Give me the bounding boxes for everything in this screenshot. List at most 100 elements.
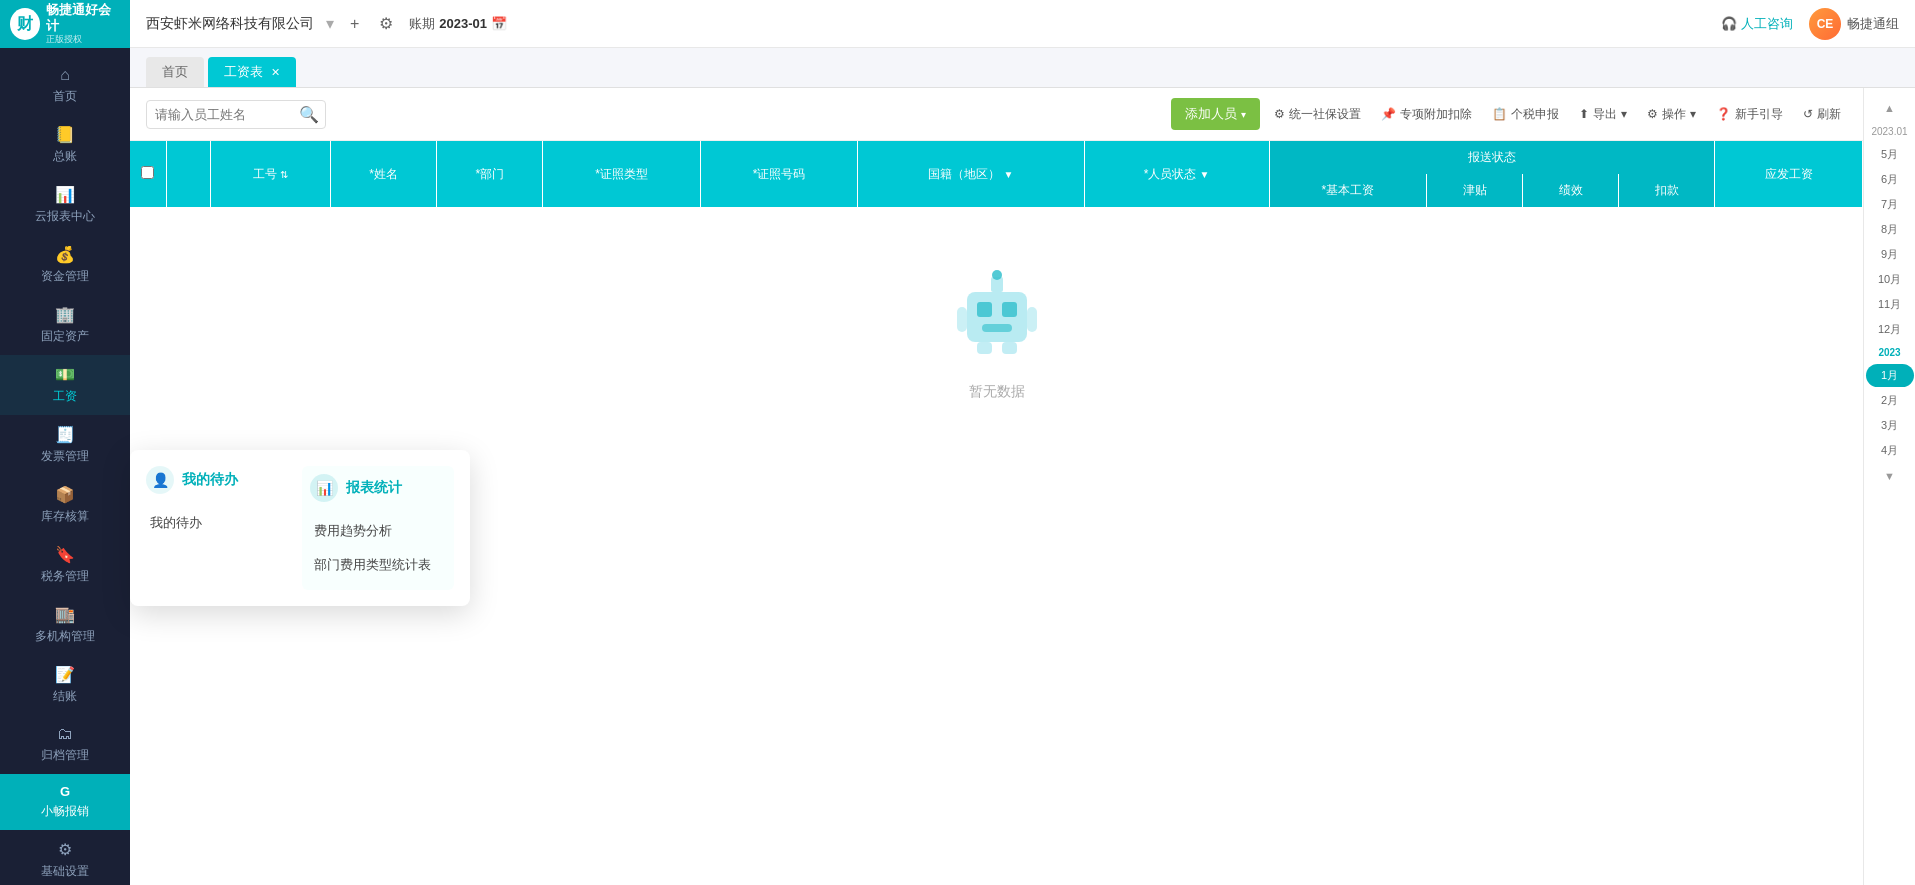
popup-item-dept-stats[interactable]: 部门费用类型统计表 — [310, 548, 446, 582]
guide-action-label: 新手引导 — [1735, 106, 1783, 123]
tax-icon: 📋 — [1492, 107, 1507, 121]
main-content: 西安虾米网络科技有限公司 ▾ + ⚙ 账期 2023-01 📅 🎧 人工咨询 C… — [130, 0, 1915, 885]
sidebar-item-basic[interactable]: ⚙ 基础设置 — [0, 830, 130, 885]
basic-icon: ⚙ — [58, 840, 72, 859]
popup-col-todo-header: 👤 我的待办 — [146, 466, 282, 494]
add-person-btn[interactable]: 添加人员 ▾ — [1171, 98, 1260, 130]
tabbar: 首页 工资表 ✕ — [130, 48, 1915, 88]
month-10[interactable]: 10月 — [1866, 268, 1914, 291]
multi-icon: 🏬 — [55, 605, 75, 624]
xiaochang-icon: G — [60, 784, 70, 799]
svg-rect-9 — [1002, 342, 1017, 354]
popup-item-trend[interactable]: 费用趋势分析 — [310, 514, 446, 548]
sidebar-item-inventory[interactable]: 📦 库存核算 — [0, 475, 130, 535]
tab-close-btn[interactable]: ✕ — [271, 66, 280, 79]
sidebar-item-tax[interactable]: 🔖 税务管理 — [0, 535, 130, 595]
nav-label-ledger: 总账 — [53, 148, 77, 165]
month-8[interactable]: 8月 — [1866, 218, 1914, 241]
month-11[interactable]: 11月 — [1866, 293, 1914, 316]
th-dept-label: *姓名 — [369, 167, 398, 181]
panel-down-btn[interactable]: ▼ — [1880, 466, 1900, 486]
nav-label-reports: 云报表中心 — [35, 208, 95, 225]
month-3[interactable]: 3月 — [1866, 414, 1914, 437]
export-btn[interactable]: ⬆ 导出 ▾ — [1573, 102, 1633, 127]
sidebar-item-invoice[interactable]: 🧾 发票管理 — [0, 415, 130, 475]
social-security-btn[interactable]: ⚙ 统一社保设置 — [1268, 102, 1367, 127]
sidebar-item-funds[interactable]: 💰 资金管理 — [0, 235, 130, 295]
th-bonus-label: 绩效 — [1559, 183, 1583, 197]
settings-btn[interactable]: ⚙ — [375, 10, 397, 37]
user-name: 畅捷通组 — [1847, 15, 1899, 33]
th-status-label: 国籍（地区） — [928, 166, 1000, 183]
tab-salary[interactable]: 工资表 ✕ — [208, 57, 296, 87]
operate-label: 操作 — [1662, 106, 1686, 123]
special-icon: 📌 — [1381, 107, 1396, 121]
user-info: CE 畅捷通组 — [1809, 8, 1899, 40]
sort-icon[interactable]: ⇅ — [280, 169, 288, 180]
sidebar-item-settle[interactable]: 📝 结账 — [0, 655, 130, 715]
sidebar: 财 畅捷通好会计 正版授权 ⌂ 首页 📒 总账 📊 云报表中心 💰 资金管理 🏢… — [0, 0, 130, 885]
month-4[interactable]: 4月 — [1866, 439, 1914, 462]
export-dropdown-icon: ▾ — [1621, 107, 1627, 121]
popup-menu: 👤 我的待办 我的待办 📊 报表统计 费用趋势分析 部门费用类型统计表 — [130, 450, 470, 606]
consult-link[interactable]: 🎧 人工咨询 — [1721, 15, 1793, 33]
sidebar-item-assets[interactable]: 🏢 固定资产 — [0, 295, 130, 355]
my-todo-label: 我的待办 — [150, 515, 202, 530]
search-box: 🔍 — [146, 100, 326, 129]
select-all-checkbox[interactable] — [141, 166, 154, 179]
search-icon[interactable]: 🔍 — [299, 105, 319, 124]
sidebar-item-xiaochang[interactable]: G 小畅报销 — [0, 774, 130, 830]
operate-btn[interactable]: ⚙ 操作 ▾ — [1641, 102, 1702, 127]
th-name: 工号 ⇅ — [211, 141, 331, 207]
guide-btn[interactable]: ❓ 新手引导 — [1710, 102, 1789, 127]
month-9[interactable]: 9月 — [1866, 243, 1914, 266]
popup-col-reports-header: 📊 报表统计 — [310, 474, 446, 502]
th-checkbox[interactable] — [130, 141, 166, 207]
th-operate: 应发工资 — [1715, 141, 1863, 207]
sidebar-item-multi[interactable]: 🏬 多机构管理 — [0, 595, 130, 655]
month-2[interactable]: 2月 — [1866, 389, 1914, 412]
nav-label-inventory: 库存核算 — [41, 508, 89, 525]
social-label: 统一社保设置 — [1289, 106, 1361, 123]
panel-year-label: 2023.01 — [1869, 122, 1909, 141]
nav-label-invoice: 发票管理 — [41, 448, 89, 465]
sidebar-item-ledger[interactable]: 📒 总账 — [0, 115, 130, 175]
company-dropdown-icon[interactable]: ▾ — [326, 14, 334, 33]
operate-dropdown-icon: ▾ — [1690, 107, 1696, 121]
headset-icon: 🎧 — [1721, 16, 1737, 31]
th-subsidy: 津贴 — [1426, 174, 1522, 207]
report-filter-icon[interactable]: ▼ — [1199, 169, 1209, 180]
th-bonus: 绩效 — [1523, 174, 1619, 207]
refresh-btn[interactable]: ↺ 刷新 — [1797, 102, 1847, 127]
sidebar-item-archive[interactable]: 🗂 归档管理 — [0, 715, 130, 774]
search-input[interactable] — [155, 107, 295, 122]
special-deduct-btn[interactable]: 📌 专项附加扣除 — [1375, 102, 1478, 127]
svg-rect-1 — [977, 302, 992, 317]
month-6[interactable]: 6月 — [1866, 168, 1914, 191]
tax-report-btn[interactable]: 📋 个税申报 — [1486, 102, 1565, 127]
add-company-btn[interactable]: + — [346, 11, 363, 37]
svg-rect-6 — [957, 307, 967, 332]
popup-item-my-todo[interactable]: 我的待办 — [146, 506, 282, 540]
sidebar-item-home[interactable]: ⌂ 首页 — [0, 56, 130, 115]
th-base-label: *基本工资 — [1321, 183, 1374, 197]
calendar-icon[interactable]: 📅 — [491, 16, 507, 31]
tab-home[interactable]: 首页 — [146, 57, 204, 87]
reports-title: 报表统计 — [346, 479, 402, 497]
archive-icon: 🗂 — [57, 725, 73, 743]
todo-header-icon: 👤 — [146, 466, 174, 494]
sidebar-item-reports[interactable]: 📊 云报表中心 — [0, 175, 130, 235]
month-5[interactable]: 5月 — [1866, 143, 1914, 166]
settle-icon: 📝 — [55, 665, 75, 684]
inventory-icon: 📦 — [55, 485, 75, 504]
month-7[interactable]: 7月 — [1866, 193, 1914, 216]
month-12[interactable]: 12月 — [1866, 318, 1914, 341]
nav-label-archive: 归档管理 — [41, 747, 89, 764]
month-1[interactable]: 1月 — [1866, 364, 1914, 387]
status-filter-icon[interactable]: ▼ — [1003, 169, 1013, 180]
panel-up-btn[interactable]: ▲ — [1880, 98, 1900, 118]
th-operate-label: 应发工资 — [1765, 167, 1813, 181]
th-deduct-label: 扣款 — [1655, 183, 1679, 197]
year-2023: 2023 — [1876, 343, 1902, 362]
sidebar-item-salary[interactable]: 💵 工资 — [0, 355, 130, 415]
